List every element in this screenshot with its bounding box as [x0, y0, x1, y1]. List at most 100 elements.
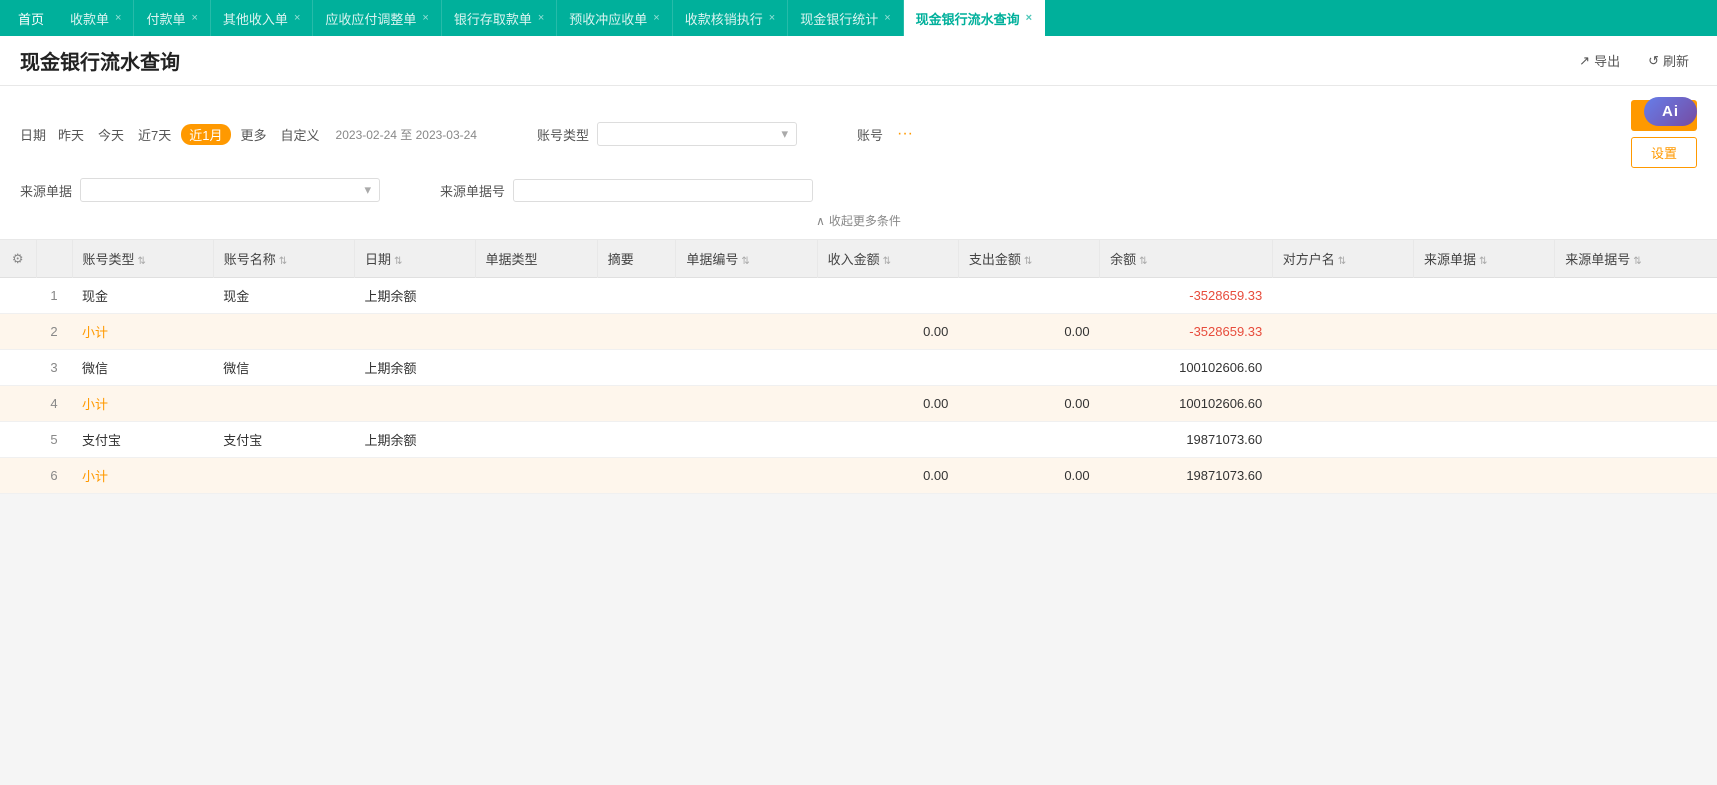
export-label: 导出 — [1594, 51, 1620, 70]
sort-icon-expense: ⇅ — [1024, 256, 1032, 267]
td-source_doc_no — [1555, 422, 1717, 458]
date-opt-5[interactable]: 自定义 — [277, 124, 324, 145]
td-account_name — [213, 314, 354, 350]
td-income — [817, 350, 958, 386]
header-actions: ↗ 导出 ↺ 刷新 — [1571, 47, 1697, 74]
refresh-icon: ↺ — [1648, 53, 1659, 69]
td-account_name — [213, 386, 354, 422]
refresh-button[interactable]: ↺ 刷新 — [1640, 47, 1697, 74]
td-doc_no — [676, 386, 817, 422]
td-balance: 100102606.60 — [1100, 386, 1273, 422]
td-account_type: 小计 — [72, 314, 213, 350]
nav-tab-4[interactable]: 银行存取款单× — [442, 0, 557, 36]
settings-button[interactable]: 设置 — [1631, 137, 1697, 168]
ai-badge[interactable]: Ai — [1644, 97, 1697, 126]
tab-close-icon[interactable]: × — [115, 12, 121, 24]
tab-close-icon[interactable]: × — [538, 12, 544, 24]
td-doc_type — [475, 386, 597, 422]
td-source_doc — [1414, 422, 1555, 458]
col-header-source_doc_no[interactable]: 来源单据号⇅ — [1555, 240, 1717, 278]
nav-tab-2[interactable]: 其他收入单× — [211, 0, 313, 36]
sort-icon-source_doc_no: ⇅ — [1633, 256, 1641, 267]
collapse-label: 收起更多条件 — [829, 212, 901, 229]
tab-close-icon[interactable]: × — [294, 12, 300, 24]
tab-close-icon[interactable]: × — [884, 12, 890, 24]
col-header-expense[interactable]: 支出金额⇅ — [958, 240, 1099, 278]
table-container: ⚙账号类型⇅账号名称⇅日期⇅单据类型摘要单据编号⇅收入金额⇅支出金额⇅余额⇅对方… — [0, 240, 1717, 494]
nav-tab-6[interactable]: 收款核销执行× — [673, 0, 788, 36]
col-header-account_name[interactable]: 账号名称⇅ — [213, 240, 354, 278]
date-opt-1[interactable]: 今天 — [94, 124, 128, 145]
td-doc_type — [475, 278, 597, 314]
account-type-select[interactable]: ▾ — [597, 122, 797, 146]
td-account_name: 支付宝 — [213, 422, 354, 458]
table-row[interactable]: 3微信微信上期余额100102606.60 — [0, 350, 1717, 386]
date-opt-2[interactable]: 近7天 — [134, 124, 175, 145]
account-dots-btn[interactable]: ··· — [891, 123, 919, 145]
col-header-income[interactable]: 收入金额⇅ — [817, 240, 958, 278]
table-row[interactable]: 4小计0.000.00100102606.60 — [0, 386, 1717, 422]
tab-close-icon[interactable]: × — [422, 12, 428, 24]
nav-tab-8[interactable]: 现金银行流水查询 × — [904, 0, 1045, 36]
col-header-date[interactable]: 日期⇅ — [355, 240, 476, 278]
tab-close-icon[interactable]: × — [653, 12, 659, 24]
gear-icon[interactable]: ⚙ — [12, 251, 24, 266]
td-doc_type — [475, 422, 597, 458]
col-header-counter_party[interactable]: 对方户名⇅ — [1272, 240, 1413, 278]
nav-tab-7[interactable]: 现金银行统计× — [788, 0, 903, 36]
table-body: 1现金现金上期余额-3528659.332小计0.000.00-3528659.… — [0, 278, 1717, 494]
td-expense — [958, 350, 1099, 386]
date-opt-3[interactable]: 近1月 — [181, 124, 230, 145]
source-doc-no-input[interactable] — [513, 179, 813, 202]
col-header-source_doc[interactable]: 来源单据⇅ — [1414, 240, 1555, 278]
export-button[interactable]: ↗ 导出 — [1571, 47, 1628, 74]
table-row[interactable]: 1现金现金上期余额-3528659.33 — [0, 278, 1717, 314]
table-row[interactable]: 6小计0.000.0019871073.60 — [0, 458, 1717, 494]
td-income: 0.00 — [817, 458, 958, 494]
td-balance: 100102606.60 — [1100, 350, 1273, 386]
tab-close-icon[interactable]: × — [191, 12, 197, 24]
collapse-bar[interactable]: ∧ 收起更多条件 — [20, 212, 1697, 229]
collapse-up-icon: ∧ — [816, 214, 825, 228]
td-num: 2 — [36, 314, 72, 350]
td-date — [355, 458, 476, 494]
td-source_doc — [1414, 350, 1555, 386]
account-filter: 账号 ··· — [857, 123, 919, 145]
date-opt-0[interactable]: 昨天 — [54, 124, 88, 145]
sort-icon-account_type: ⇅ — [138, 256, 146, 267]
table-row[interactable]: 5支付宝支付宝上期余额19871073.60 — [0, 422, 1717, 458]
nav-tab-1[interactable]: 付款单 × — [134, 0, 210, 36]
sort-icon-income: ⇅ — [883, 256, 891, 267]
tab-close-icon[interactable]: × — [769, 12, 775, 24]
col-header-doc_no[interactable]: 单据编号⇅ — [676, 240, 817, 278]
td-num: 5 — [36, 422, 72, 458]
account-type-filter: 账号类型 ▾ — [537, 122, 797, 146]
source-doc-select[interactable]: ▾ — [80, 178, 380, 202]
td-account_type: 现金 — [72, 278, 213, 314]
td-balance: 19871073.60 — [1100, 458, 1273, 494]
table-row[interactable]: 2小计0.000.00-3528659.33 — [0, 314, 1717, 350]
account-type-label: 账号类型 — [537, 125, 589, 144]
tab-label: 现金银行流水查询 — [916, 9, 1020, 28]
td-gear — [0, 278, 36, 314]
tab-label: 付款单 — [146, 9, 185, 28]
td-balance: 19871073.60 — [1100, 422, 1273, 458]
td-balance: -3528659.33 — [1100, 314, 1273, 350]
nav-tab-0[interactable]: 收款单× — [58, 0, 134, 36]
date-opt-4[interactable]: 更多 — [237, 124, 271, 145]
tab-close-icon[interactable]: × — [1026, 12, 1032, 24]
nav-home[interactable]: 首页 — [4, 9, 58, 28]
export-icon: ↗ — [1579, 53, 1590, 69]
col-header-balance[interactable]: 余额⇅ — [1100, 240, 1273, 278]
source-doc-no-label: 来源单据号 — [440, 181, 505, 200]
nav-tab-5[interactable]: 预收冲应收单× — [557, 0, 672, 36]
nav-tab-3[interactable]: 应收应付调整单× — [313, 0, 441, 36]
sort-icon-counter_party: ⇅ — [1338, 256, 1346, 267]
col-header-account_type[interactable]: 账号类型⇅ — [72, 240, 213, 278]
td-summary — [597, 386, 676, 422]
filter-row-2: 来源单据 ▾ 来源单据号 — [20, 178, 1697, 202]
filter-row-1: 日期 昨天今天近7天近1月更多自定义 2023-02-24 至 2023-03-… — [20, 100, 1697, 168]
td-account_type: 小计 — [72, 386, 213, 422]
td-balance: -3528659.33 — [1100, 278, 1273, 314]
td-num: 1 — [36, 278, 72, 314]
